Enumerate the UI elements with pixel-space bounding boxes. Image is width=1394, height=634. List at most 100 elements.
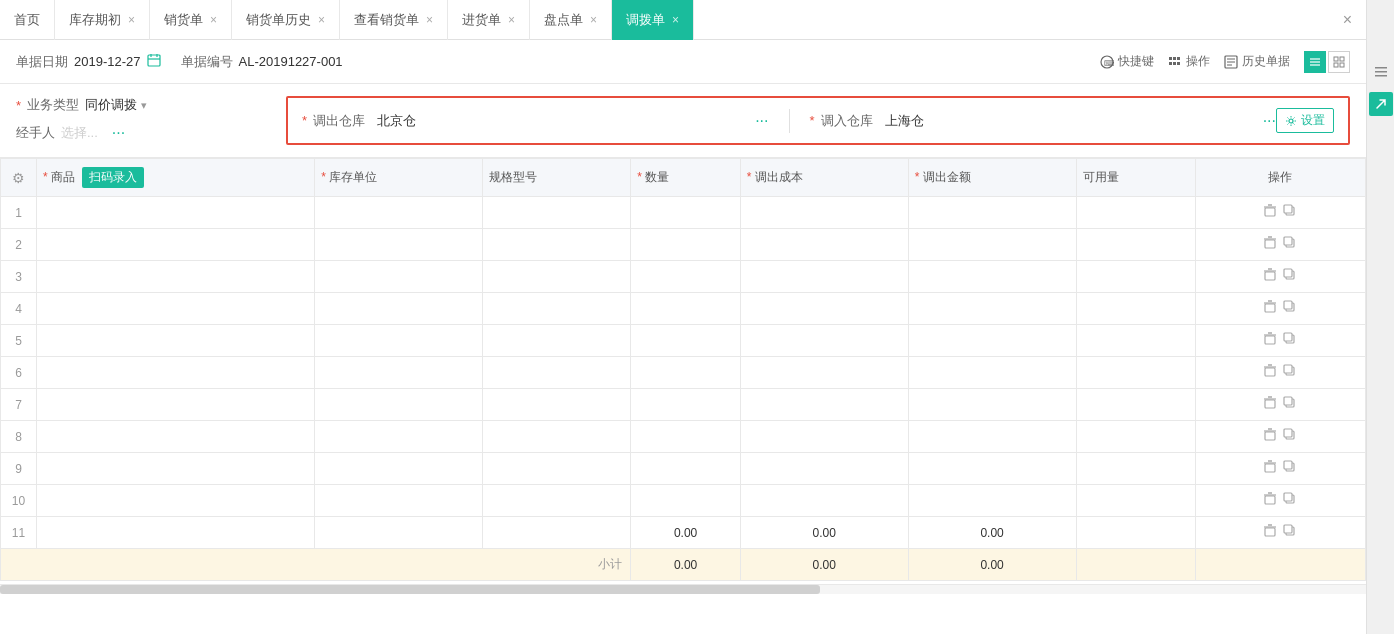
- cost-cell-7[interactable]: [740, 389, 908, 421]
- close-all-tabs[interactable]: ×: [1329, 11, 1366, 29]
- spec-cell-4[interactable]: [482, 293, 630, 325]
- amount-cell-2[interactable]: [908, 229, 1076, 261]
- qty-cell-10[interactable]: [631, 485, 740, 517]
- cost-cell-11[interactable]: 0.00: [740, 517, 908, 549]
- available-cell-6[interactable]: [1076, 357, 1195, 389]
- delete-icon-9[interactable]: [1263, 460, 1277, 477]
- cost-cell-4[interactable]: [740, 293, 908, 325]
- action-btn[interactable]: 操作: [1168, 53, 1210, 70]
- tab-view-sales[interactable]: 查看销货单 ×: [340, 0, 448, 40]
- sidebar-list-icon[interactable]: [1369, 60, 1393, 84]
- copy-icon-10[interactable]: [1283, 492, 1297, 509]
- amount-cell-8[interactable]: [908, 421, 1076, 453]
- cost-cell-3[interactable]: [740, 261, 908, 293]
- history-btn[interactable]: 历史单据: [1224, 53, 1290, 70]
- business-type-dropdown[interactable]: 同价调拨 ▾: [85, 96, 147, 114]
- qty-cell-5[interactable]: [631, 325, 740, 357]
- date-value[interactable]: 2019-12-27: [74, 54, 141, 69]
- cost-cell-6[interactable]: [740, 357, 908, 389]
- amount-cell-4[interactable]: [908, 293, 1076, 325]
- calendar-icon[interactable]: [147, 53, 161, 70]
- amount-cell-6[interactable]: [908, 357, 1076, 389]
- goods-cell-1[interactable]: [37, 197, 315, 229]
- spec-cell-2[interactable]: [482, 229, 630, 261]
- close-sales-order[interactable]: ×: [210, 13, 217, 27]
- close-stock-init[interactable]: ×: [128, 13, 135, 27]
- handler-select[interactable]: 选择...: [61, 124, 98, 142]
- goods-cell-8[interactable]: [37, 421, 315, 453]
- delete-icon-3[interactable]: [1263, 268, 1277, 285]
- unit-cell-10[interactable]: [315, 485, 483, 517]
- amount-cell-7[interactable]: [908, 389, 1076, 421]
- close-transfer[interactable]: ×: [672, 13, 679, 27]
- available-cell-8[interactable]: [1076, 421, 1195, 453]
- available-cell-1[interactable]: [1076, 197, 1195, 229]
- goods-cell-2[interactable]: [37, 229, 315, 261]
- horizontal-scrollbar[interactable]: [0, 584, 1366, 594]
- copy-icon-8[interactable]: [1283, 428, 1297, 445]
- goods-cell-4[interactable]: [37, 293, 315, 325]
- in-warehouse-more-btn[interactable]: ···: [1263, 112, 1276, 130]
- available-cell-3[interactable]: [1076, 261, 1195, 293]
- copy-icon-11[interactable]: [1283, 524, 1297, 541]
- gear-column-header[interactable]: ⚙: [1, 159, 37, 197]
- copy-icon-7[interactable]: [1283, 396, 1297, 413]
- unit-cell-2[interactable]: [315, 229, 483, 261]
- setting-button[interactable]: 设置: [1276, 108, 1334, 133]
- goods-cell-5[interactable]: [37, 325, 315, 357]
- list-view-btn[interactable]: [1304, 51, 1326, 73]
- available-cell-5[interactable]: [1076, 325, 1195, 357]
- amount-cell-5[interactable]: [908, 325, 1076, 357]
- qty-cell-1[interactable]: [631, 197, 740, 229]
- cost-cell-2[interactable]: [740, 229, 908, 261]
- tab-home[interactable]: 首页: [0, 0, 55, 40]
- qty-cell-6[interactable]: [631, 357, 740, 389]
- cost-cell-1[interactable]: [740, 197, 908, 229]
- scroll-thumb[interactable]: [0, 585, 820, 594]
- delete-icon-5[interactable]: [1263, 332, 1277, 349]
- close-inventory[interactable]: ×: [590, 13, 597, 27]
- available-cell-9[interactable]: [1076, 453, 1195, 485]
- goods-cell-10[interactable]: [37, 485, 315, 517]
- in-warehouse-value[interactable]: 上海仓: [885, 112, 924, 130]
- amount-cell-1[interactable]: [908, 197, 1076, 229]
- goods-cell-7[interactable]: [37, 389, 315, 421]
- tab-transfer[interactable]: 调拨单 ×: [612, 0, 694, 40]
- cost-cell-5[interactable]: [740, 325, 908, 357]
- delete-icon-2[interactable]: [1263, 236, 1277, 253]
- spec-cell-1[interactable]: [482, 197, 630, 229]
- qty-cell-8[interactable]: [631, 421, 740, 453]
- qty-cell-11[interactable]: 0.00: [631, 517, 740, 549]
- sidebar-external-icon[interactable]: [1369, 92, 1393, 116]
- delete-icon-7[interactable]: [1263, 396, 1277, 413]
- amount-cell-11[interactable]: 0.00: [908, 517, 1076, 549]
- cost-cell-10[interactable]: [740, 485, 908, 517]
- unit-cell-4[interactable]: [315, 293, 483, 325]
- gear-icon[interactable]: ⚙: [12, 170, 25, 186]
- available-cell-10[interactable]: [1076, 485, 1195, 517]
- delete-icon-6[interactable]: [1263, 364, 1277, 381]
- spec-cell-8[interactable]: [482, 421, 630, 453]
- unit-cell-8[interactable]: [315, 421, 483, 453]
- qty-cell-2[interactable]: [631, 229, 740, 261]
- copy-icon-2[interactable]: [1283, 236, 1297, 253]
- copy-icon-9[interactable]: [1283, 460, 1297, 477]
- scan-button[interactable]: 扫码录入: [82, 167, 144, 188]
- goods-cell-9[interactable]: [37, 453, 315, 485]
- close-view-sales[interactable]: ×: [426, 13, 433, 27]
- copy-icon-1[interactable]: [1283, 204, 1297, 221]
- grid-view-btn[interactable]: [1328, 51, 1350, 73]
- copy-icon-3[interactable]: [1283, 268, 1297, 285]
- available-cell-2[interactable]: [1076, 229, 1195, 261]
- docno-value[interactable]: AL-20191227-001: [239, 54, 343, 69]
- delete-icon-11[interactable]: [1263, 524, 1277, 541]
- goods-cell-11[interactable]: [37, 517, 315, 549]
- available-cell-11[interactable]: [1076, 517, 1195, 549]
- tab-purchase[interactable]: 进货单 ×: [448, 0, 530, 40]
- spec-cell-9[interactable]: [482, 453, 630, 485]
- out-warehouse-more-btn[interactable]: ···: [755, 112, 768, 130]
- delete-icon-4[interactable]: [1263, 300, 1277, 317]
- qty-cell-9[interactable]: [631, 453, 740, 485]
- shortcut-btn[interactable]: ⌨ 快捷键: [1100, 53, 1154, 70]
- available-cell-4[interactable]: [1076, 293, 1195, 325]
